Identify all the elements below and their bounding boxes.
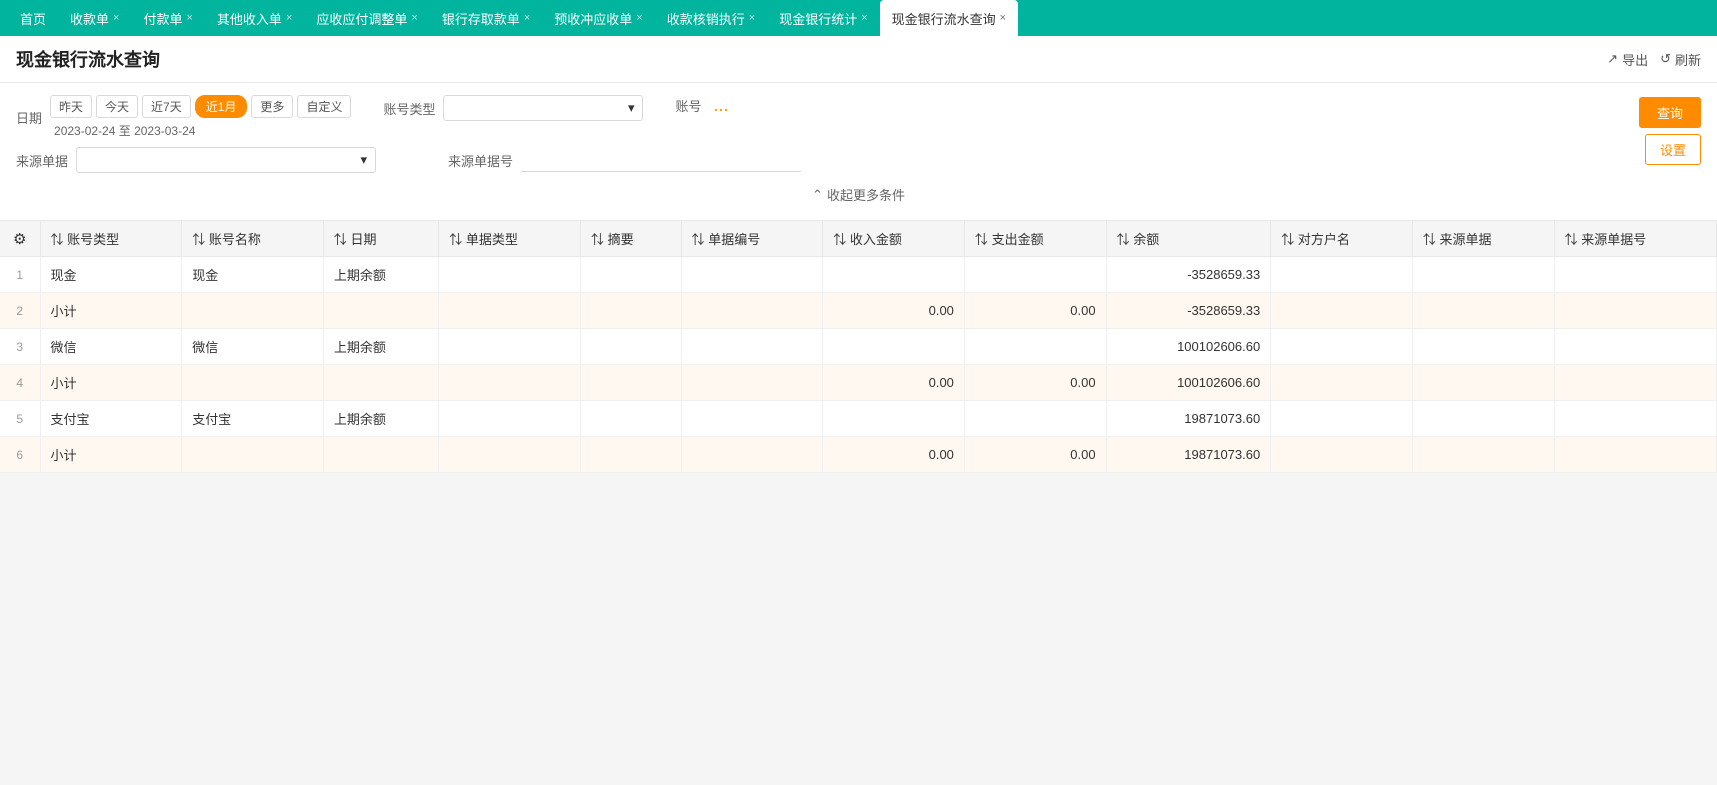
date-btn-1month[interactable]: 近1月 [195, 95, 248, 118]
col-account-name[interactable]: ⇅ 账号名称 [182, 221, 324, 257]
close-icon[interactable]: × [113, 12, 119, 24]
nav-tab-xianjinyinhang-stat[interactable]: 现金银行统计 × [767, 0, 879, 36]
source-doc-select[interactable]: ▾ [76, 147, 376, 173]
page-title: 现金银行流水查询 [16, 46, 160, 72]
table-row: 2小计0.000.00-3528659.33 [0, 293, 1717, 329]
account-type-label: 账号类型 [383, 99, 435, 118]
collapse-row: ⌃ 收起更多条件 [16, 181, 1701, 208]
col-source-doc[interactable]: ⇅ 来源单据 [1412, 221, 1554, 257]
export-button[interactable]: ↗ 导出 [1607, 50, 1648, 69]
account-dots-button[interactable]: ... [709, 95, 732, 116]
col-doc-no[interactable]: ⇅ 单据编号 [681, 221, 823, 257]
close-icon[interactable]: × [411, 12, 417, 24]
chevron-down-icon: ▾ [628, 100, 635, 116]
chevron-down-icon: ▾ [360, 152, 367, 168]
col-income[interactable]: ⇅ 收入金额 [823, 221, 965, 257]
source-doc-filter-group: 来源单据 ▾ [16, 147, 416, 173]
date-quick-buttons: 昨天 今天 近7天 近1月 更多 自定义 [50, 95, 351, 118]
nav-tab-xianjinyinhang-query[interactable]: 现金银行流水查询 × [880, 0, 1018, 36]
account-filter-group: 账号 ... [675, 95, 732, 116]
date-filter-group: 日期 昨天 今天 近7天 近1月 更多 自定义 2023-02-24 至 202… [16, 95, 351, 139]
collapse-label: 收起更多条件 [827, 185, 905, 204]
account-type-select[interactable]: ▾ [443, 95, 643, 121]
source-doc-label: 来源单据 [16, 151, 68, 170]
nav-tab-yushouchong[interactable]: 预收冲应收单 × [542, 0, 654, 36]
export-label: 导出 [1622, 50, 1648, 69]
col-expense[interactable]: ⇅ 支出金额 [964, 221, 1106, 257]
refresh-button[interactable]: ↺ 刷新 [1660, 50, 1701, 69]
data-table: ⚙ ⇅ 账号类型 ⇅ 账号名称 ⇅ 日期 ⇅ 单据类型 [0, 221, 1717, 473]
account-label: 账号 [675, 96, 701, 115]
close-icon[interactable]: × [1000, 12, 1006, 24]
header-actions: ↗ 导出 ↺ 刷新 [1607, 50, 1701, 69]
data-table-container: ⚙ ⇅ 账号类型 ⇅ 账号名称 ⇅ 日期 ⇅ 单据类型 [0, 221, 1717, 473]
table-row: 3微信微信上期余额100102606.60 [0, 329, 1717, 365]
source-doc-no-label: 来源单据号 [448, 151, 513, 170]
date-range-display: 2023-02-24 至 2023-03-24 [54, 122, 351, 139]
table-row: 4小计0.000.00100102606.60 [0, 365, 1717, 401]
refresh-icon: ↺ [1660, 51, 1671, 67]
table-row: 5支付宝支付宝上期余额19871073.60 [0, 401, 1717, 437]
col-balance[interactable]: ⇅ 余额 [1106, 221, 1271, 257]
date-btn-today[interactable]: 今天 [96, 95, 138, 118]
export-icon: ↗ [1607, 51, 1618, 67]
source-doc-no-input[interactable] [521, 148, 801, 172]
refresh-label: 刷新 [1675, 50, 1701, 69]
date-btn-yesterday[interactable]: 昨天 [50, 95, 92, 118]
nav-tab-yinhangcunqu[interactable]: 银行存取款单 × [430, 0, 542, 36]
nav-tab-shoukuanhe[interactable]: 收款核销执行 × [655, 0, 767, 36]
col-gear[interactable]: ⚙ [0, 221, 40, 257]
date-btn-7days[interactable]: 近7天 [142, 95, 191, 118]
query-button[interactable]: 查询 [1639, 97, 1701, 128]
close-icon[interactable]: × [186, 12, 192, 24]
nav-tab-qitashouruda[interactable]: 其他收入单 × [205, 0, 304, 36]
date-btn-custom[interactable]: 自定义 [297, 95, 351, 118]
nav-home[interactable]: 首页 [8, 0, 58, 36]
col-source-doc-no[interactable]: ⇅ 来源单据号 [1554, 221, 1716, 257]
page-header: 现金银行流水查询 ↗ 导出 ↺ 刷新 [0, 36, 1717, 83]
col-date[interactable]: ⇅ 日期 [323, 221, 438, 257]
table-row: 6小计0.000.0019871073.60 [0, 437, 1717, 473]
filter-area: 日期 昨天 今天 近7天 近1月 更多 自定义 2023-02-24 至 202… [0, 83, 1717, 221]
col-summary[interactable]: ⇅ 摘要 [580, 221, 681, 257]
settings-button[interactable]: 设置 [1645, 134, 1701, 165]
table-header-row: ⚙ ⇅ 账号类型 ⇅ 账号名称 ⇅ 日期 ⇅ 单据类型 [0, 221, 1717, 257]
close-icon[interactable]: × [524, 12, 530, 24]
date-label: 日期 [16, 108, 42, 127]
col-doc-type[interactable]: ⇅ 单据类型 [439, 221, 581, 257]
nav-tab-fukuandan[interactable]: 付款单 × [131, 0, 204, 36]
close-icon[interactable]: × [749, 12, 755, 24]
nav-tab-yingshouyingfu[interactable]: 应收应付调整单 × [304, 0, 429, 36]
collapse-button[interactable]: ⌃ 收起更多条件 [808, 181, 909, 208]
nav-tab-shoukuandan[interactable]: 收款单 × [58, 0, 131, 36]
close-icon[interactable]: × [286, 12, 292, 24]
col-counterpart[interactable]: ⇅ 对方户名 [1271, 221, 1413, 257]
source-doc-no-filter-group: 来源单据号 [448, 148, 848, 172]
gear-icon: ⚙ [13, 231, 26, 248]
top-navigation: 首页 收款单 × 付款单 × 其他收入单 × 应收应付调整单 × 银行存取款单 … [0, 0, 1717, 36]
close-icon[interactable]: × [636, 12, 642, 24]
close-icon[interactable]: × [861, 12, 867, 24]
date-btn-more[interactable]: 更多 [251, 95, 293, 118]
chevron-up-icon: ⌃ [812, 187, 823, 203]
nav-home-label: 首页 [20, 9, 46, 28]
table-row: 1现金现金上期余额-3528659.33 [0, 257, 1717, 293]
account-type-filter-group: 账号类型 ▾ [383, 95, 643, 121]
col-account-type[interactable]: ⇅ 账号类型 [40, 221, 182, 257]
